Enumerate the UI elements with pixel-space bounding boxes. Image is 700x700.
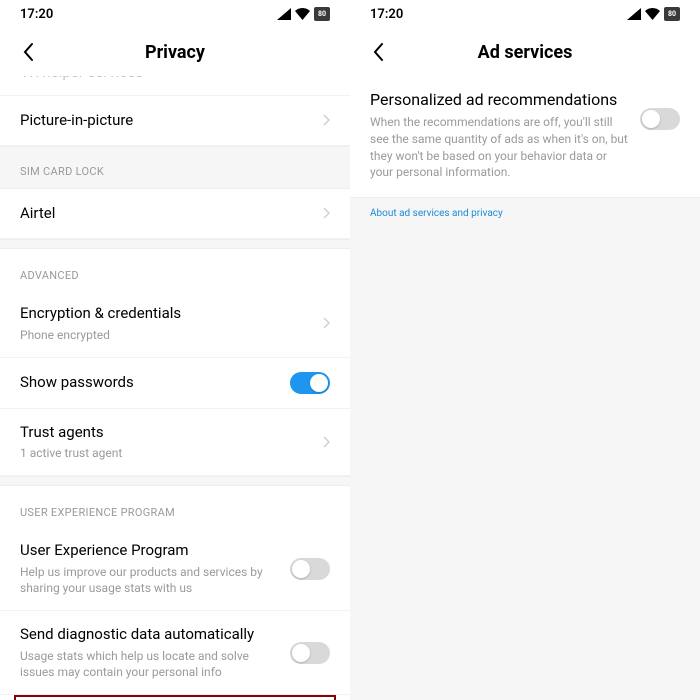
wifi-icon [645,8,660,20]
section-uep: USER EXPERIENCE PROGRAM [0,486,350,527]
diagnostic-row[interactable]: Send diagnostic data automatically Usage… [0,611,350,695]
status-icons: 80 [277,7,330,21]
title-bar: Privacy [0,28,350,76]
list-label: User Experience Program [20,541,278,561]
battery-icon: 80 [664,7,680,21]
battery-icon: 80 [314,7,330,21]
list-label: Send diagnostic data automatically [20,625,278,645]
privacy-content: VR helper services Picture-in-picture SI… [0,76,350,700]
trust-agents-row[interactable]: Trust agents 1 active trust agent [0,409,350,477]
status-time: 17:20 [20,7,53,22]
empty-area [350,229,700,700]
section-advanced: ADVANCED [0,249,350,290]
list-label: Encryption & credentials [20,304,310,324]
picture-in-picture-row[interactable]: Picture-in-picture [0,96,350,146]
chevron-right-icon [322,76,330,81]
title-bar: Ad services [350,28,700,76]
setting-title: Personalized ad recommendations [370,90,628,109]
airtel-row[interactable]: Airtel [0,189,350,239]
status-bar: 17:20 80 [350,0,700,28]
encryption-row[interactable]: Encryption & credentials Phone encrypted [0,290,350,358]
page-title: Ad services [366,42,684,63]
status-time: 17:20 [370,7,403,22]
personalized-ads-toggle[interactable] [640,108,680,130]
back-button[interactable] [16,40,40,64]
vr-helper-row[interactable]: VR helper services [0,76,350,96]
chevron-right-icon [322,111,330,130]
page-title: Privacy [16,42,334,63]
wifi-icon [295,8,310,20]
signal-icon [277,8,291,20]
status-bar: 17:20 80 [0,0,350,28]
section-gap [0,476,350,486]
uep-toggle[interactable] [290,558,330,580]
ad-services-screen: 17:20 80 Ad services Personalized ad rec… [350,0,700,700]
list-label: VR helper services [20,76,143,81]
back-button[interactable] [366,40,390,64]
signal-icon [627,8,641,20]
list-label: Picture-in-picture [20,111,310,131]
setting-desc: When the recommendations are off, you'll… [370,114,628,181]
privacy-screen: 17:20 80 Privacy VR helper services Pict… [0,0,350,700]
personalized-ads-row[interactable]: Personalized ad recommendations When the… [350,76,700,198]
diag-toggle[interactable] [290,642,330,664]
chevron-right-icon [322,204,330,223]
list-subtext: Phone encrypted [20,327,310,343]
show-passwords-toggle[interactable] [290,372,330,394]
list-label: Airtel [20,204,310,224]
list-subtext: Usage stats which help us locate and sol… [20,648,278,680]
list-subtext: Help us improve our products and service… [20,564,278,596]
list-label: Trust agents [20,423,310,443]
highlight-ad-services: Ad services [14,695,336,700]
status-icons: 80 [627,7,680,21]
show-passwords-row[interactable]: Show passwords [0,358,350,409]
uep-row[interactable]: User Experience Program Help us improve … [0,527,350,611]
chevron-right-icon [322,433,330,452]
section-sim-card-lock: SIM CARD LOCK [0,146,350,189]
about-link[interactable]: About ad services and privacy [350,198,700,229]
list-subtext: 1 active trust agent [20,445,310,461]
list-label: Show passwords [20,373,278,393]
chevron-right-icon [322,314,330,333]
section-gap [0,239,350,249]
